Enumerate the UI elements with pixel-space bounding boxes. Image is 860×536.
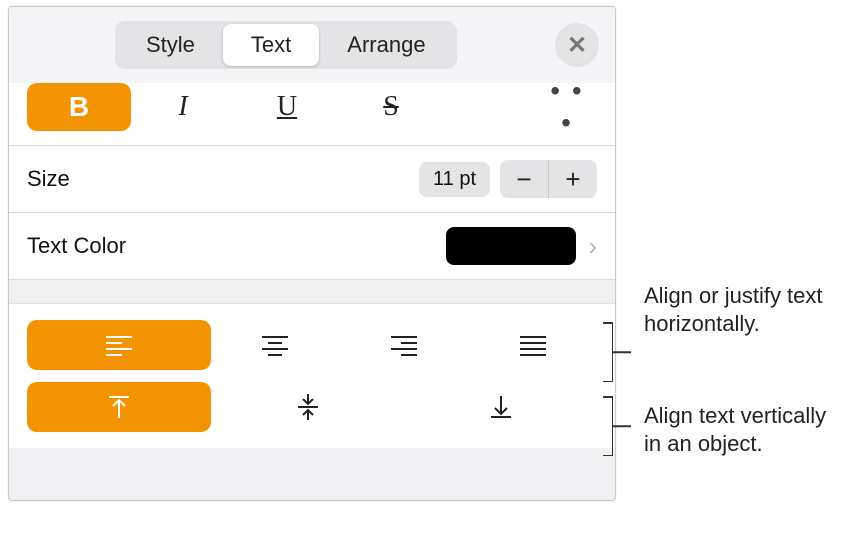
align-middle-icon <box>296 393 320 421</box>
italic-button[interactable]: I <box>131 83 235 131</box>
horizontal-align-row <box>27 320 597 370</box>
text-format-row: B I U S • • • <box>9 83 615 146</box>
ellipsis-icon: • • • <box>543 75 591 139</box>
text-color-row[interactable]: Text Color › <box>9 213 615 280</box>
section-separator <box>9 280 615 304</box>
align-left-icon <box>104 334 134 356</box>
format-panel: Style Text Arrange ✕ B I U S • • • Size … <box>8 6 616 501</box>
callout-bracket-horizontal <box>612 322 613 382</box>
tab-arrange[interactable]: Arrange <box>319 24 453 66</box>
callout-vertical-align: Align text vertically in an object. <box>644 402 844 457</box>
valign-top-button[interactable] <box>27 382 211 432</box>
size-increase-button[interactable]: + <box>549 160 597 198</box>
tab-text[interactable]: Text <box>223 24 319 66</box>
vertical-align-row <box>27 382 597 432</box>
text-color-label: Text Color <box>27 233 446 259</box>
align-center-icon <box>260 334 290 356</box>
text-color-swatch[interactable] <box>446 227 576 265</box>
size-value[interactable]: 11 pt <box>419 162 490 197</box>
valign-bottom-button[interactable] <box>404 382 597 432</box>
tab-style[interactable]: Style <box>118 24 223 66</box>
underline-button[interactable]: U <box>235 83 339 131</box>
size-label: Size <box>27 166 419 192</box>
size-row: Size 11 pt − + <box>9 146 615 213</box>
chevron-right-icon: › <box>588 231 597 262</box>
tab-bar: Style Text Arrange ✕ <box>9 7 615 83</box>
callout-horizontal-align: Align or justify text horizontally. <box>644 282 844 337</box>
align-top-icon <box>107 394 131 420</box>
size-decrease-button[interactable]: − <box>500 160 548 198</box>
align-right-button[interactable] <box>340 320 469 370</box>
bold-button[interactable]: B <box>27 83 131 131</box>
callout-bracket-vertical <box>612 396 613 456</box>
justify-button[interactable] <box>468 320 597 370</box>
size-stepper: − + <box>500 160 597 198</box>
align-center-button[interactable] <box>211 320 340 370</box>
strikethrough-button[interactable]: S <box>339 83 443 131</box>
align-right-icon <box>389 334 419 356</box>
close-icon: ✕ <box>567 31 587 60</box>
alignment-section <box>9 304 615 448</box>
justify-icon <box>518 334 548 356</box>
valign-middle-button[interactable] <box>211 382 404 432</box>
align-bottom-icon <box>489 394 513 420</box>
align-left-button[interactable] <box>27 320 211 370</box>
close-button[interactable]: ✕ <box>555 23 599 67</box>
segmented-tabs: Style Text Arrange <box>115 21 457 69</box>
more-format-button[interactable]: • • • <box>537 83 597 131</box>
